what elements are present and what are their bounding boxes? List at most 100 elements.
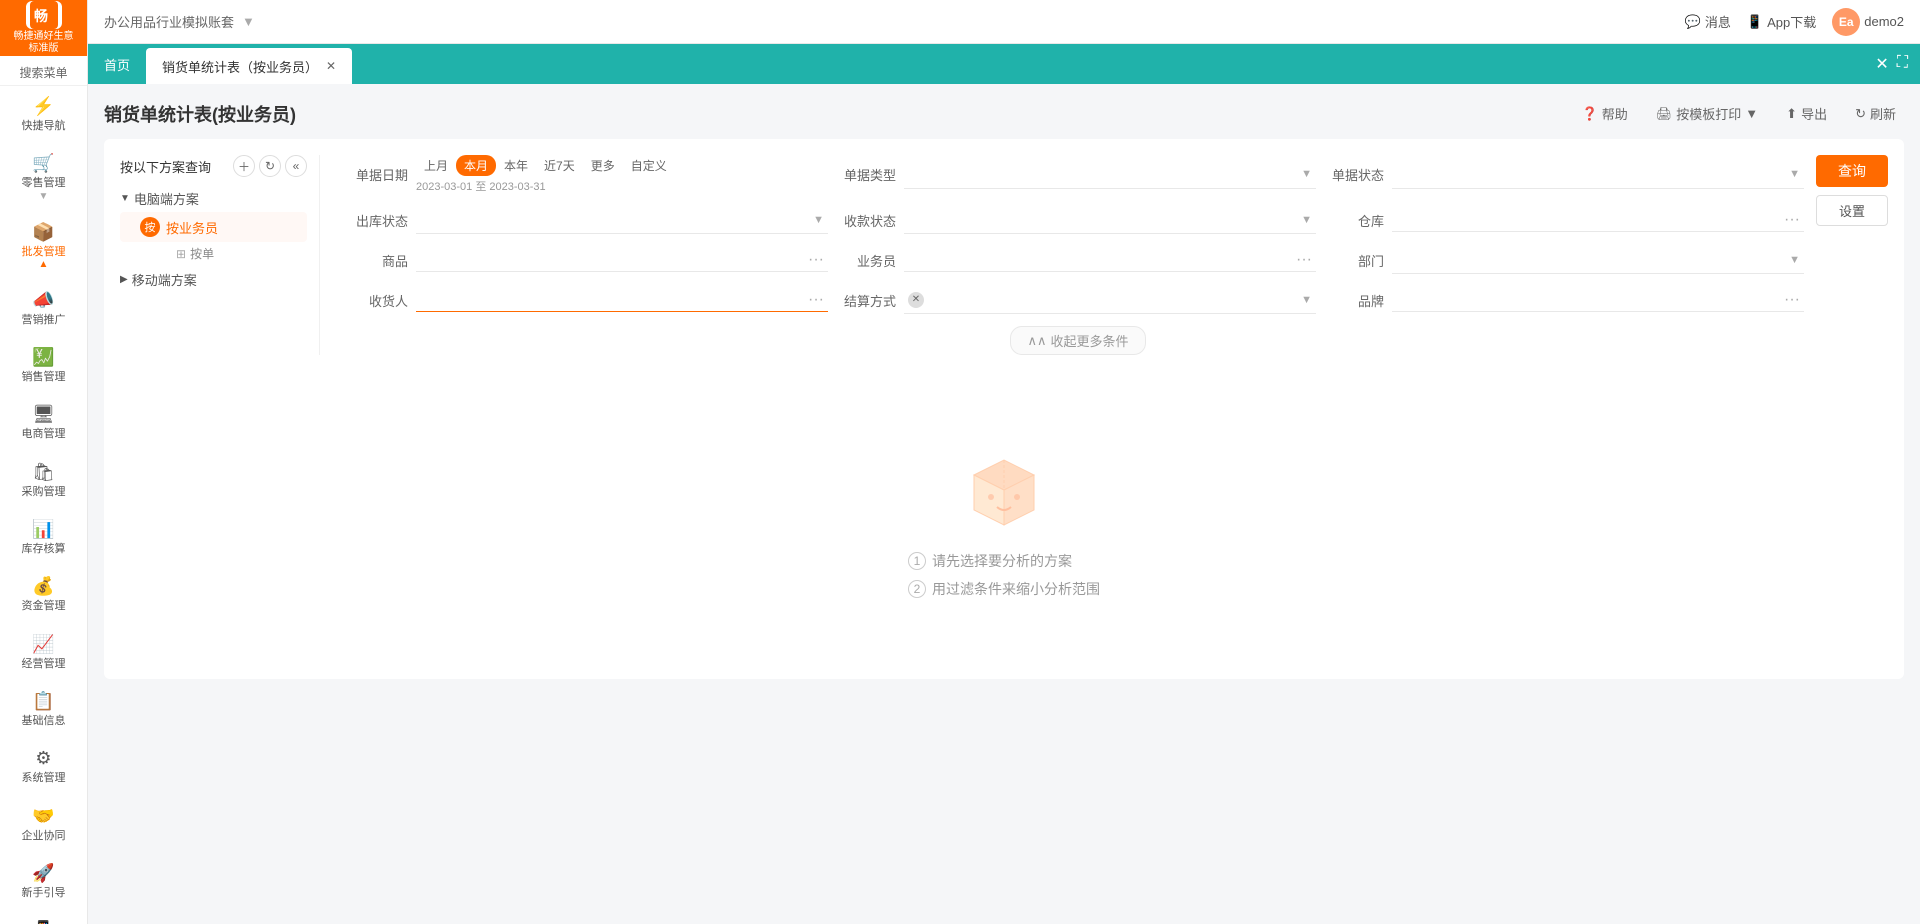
scheme-item-salesperson[interactable]: 按 按业务员 [120,212,307,242]
filter-field-department: 部门 ▼ [1328,246,1804,274]
sidebar-item-operations[interactable]: 📈 经营管理 [0,624,87,681]
filter-form: 单据日期 上月 本月 本年 近7天 更多 自定义 [336,155,1804,355]
search-menu-label[interactable]: 搜索菜单 [19,66,67,80]
out-status-select[interactable]: ▼ [416,206,828,234]
scheme-item-order[interactable]: ⊞ 按单 [148,242,307,262]
sidebar-item-system[interactable]: ⚙ 系统管理 [0,738,87,795]
refresh-btn[interactable]: ↻ 刷新 [1847,100,1904,127]
message-btn[interactable]: 💬 消息 [1685,12,1731,31]
scheme-group-desktop: ▼ 电脑端方案 按 按业务员 ⊞ 按单 [120,185,307,262]
warehouse-dots[interactable]: ··· [1784,211,1800,229]
warehouse-input[interactable] [1392,208,1804,232]
page-actions: ❓ 帮助 🖨 按模板打印 ▼ ⬆ 导出 ↻ 刷新 [1574,100,1904,127]
filter-sidebar: 按以下方案查询 ＋ ↻ « ▼ 电脑端方案 [120,155,320,355]
topbar-title: 办公用品行业模拟账套 [104,12,234,31]
empty-hints: 1 请先选择要分析的方案 2 用过滤条件来缩小分析范围 [908,551,1100,599]
scheme-group-mobile: ▶ 移动端方案 [120,266,307,293]
filter-field-date: 单据日期 上月 本月 本年 近7天 更多 自定义 [352,155,828,194]
add-scheme-btn[interactable]: ＋ [233,155,255,177]
consignee-input[interactable] [416,288,828,312]
query-btn[interactable]: 查询 [1816,155,1888,187]
sidebar-item-newbie[interactable]: 🚀 新手引导 [0,853,87,910]
sidebar-search-item[interactable]: 搜索菜单 [0,56,87,86]
hint-1-text: 请先选择要分析的方案 [932,551,1072,571]
scheme-list: ▼ 电脑端方案 按 按业务员 ⊞ 按单 [120,185,307,293]
goods-input[interactable] [416,248,828,272]
hint-1-num: 1 [908,552,926,570]
filter-sidebar-header: 按以下方案查询 ＋ ↻ « [120,155,307,177]
brand-dots[interactable]: ··· [1784,291,1800,309]
date-btn-last7[interactable]: 近7天 [536,155,583,176]
department-select[interactable]: ▼ [1392,246,1804,274]
scheme-group-mobile-header[interactable]: ▶ 移动端方案 [120,266,307,293]
collapse-sidebar-btn[interactable]: « [285,155,307,177]
operations-icon: 📈 [32,634,54,655]
sidebar-item-apps[interactable]: 📱 应用中心 [0,910,87,924]
settlement-input-wrap: ✕ ▼ [904,286,1316,314]
page-content: 销货单统计表(按业务员) ❓ 帮助 🖨 按模板打印 ▼ ⬆ 导出 ↻ 刷新 [88,84,1920,924]
date-btn-this-year[interactable]: 本年 [496,155,536,176]
help-icon: ❓ [1582,106,1598,122]
salesperson-input-wrap: ··· [904,248,1316,272]
topbar: 办公用品行业模拟账套 ▼ 💬 消息 📱 App下载 Ea demo2 [88,0,1920,44]
brand-input[interactable] [1392,288,1804,312]
empty-hint-2: 2 用过滤条件来缩小分析范围 [908,579,1100,599]
export-btn[interactable]: ⬆ 导出 [1778,100,1835,127]
tabbar-controls: ✕ ⛶ [1875,54,1908,74]
doc-status-label: 单据状态 [1328,165,1384,184]
sidebar-item-shortcuts[interactable]: ⚡ 快捷导航 [0,86,87,143]
refresh-scheme-btn[interactable]: ↻ [259,155,281,177]
app-download-btn[interactable]: 📱 App下载 [1747,12,1816,31]
user-menu[interactable]: Ea demo2 [1832,8,1904,36]
sidebar-item-basic[interactable]: 📋 基础信息 [0,681,87,738]
doc-status-select[interactable]: ▼ [1392,161,1804,189]
sidebar-item-sales[interactable]: 💹 销售管理 [0,337,87,394]
salesperson-dots[interactable]: ··· [1296,251,1312,269]
receipt-status-select[interactable]: ▼ [904,206,1316,234]
tab-sales-stat[interactable]: 销货单统计表（按业务员） ✕ [146,48,352,84]
collapse-btn[interactable]: ∧∧ 收起更多条件 [1010,326,1145,355]
settings-btn[interactable]: 设置 [1816,195,1888,226]
goods-dots[interactable]: ··· [808,251,824,269]
settlement-tag-close[interactable]: ✕ [908,292,924,308]
sidebar-item-finance[interactable]: 💰 资金管理 [0,566,87,623]
date-btn-custom[interactable]: 自定义 [623,155,675,176]
help-btn[interactable]: ❓ 帮助 [1574,100,1636,127]
consignee-dots[interactable]: ··· [808,291,824,309]
sidebar-item-inventory[interactable]: 📊 库存核算 [0,509,87,566]
tab-maximize-icon[interactable]: ⛶ [1897,54,1908,74]
print-btn[interactable]: 🖨 按模板打印 ▼ [1648,100,1766,127]
doc-type-select[interactable]: ▼ [904,161,1316,189]
marketing-icon: 📣 [32,290,54,311]
tab-home[interactable]: 首页 [88,44,146,84]
date-btn-more[interactable]: 更多 [583,155,623,176]
goods-input-wrap: ··· [416,248,828,272]
print-dropdown-icon[interactable]: ▼ [1745,106,1758,121]
sidebar-item-purchase[interactable]: 🛍 采购管理 [0,452,87,509]
salesperson-label: 业务员 [840,251,896,270]
sidebar-item-ecommerce[interactable]: 🖥 电商管理 [0,394,87,451]
desktop-group-arrow: ▼ [120,193,130,204]
doc-type-label: 单据类型 [840,165,896,184]
consignee-label: 收货人 [352,291,408,310]
filter-form-area: 单据日期 上月 本月 本年 近7天 更多 自定义 [320,155,1888,355]
sidebar-item-marketing[interactable]: 📣 营销推广 [0,280,87,337]
goods-label: 商品 [352,251,408,270]
salesperson-input[interactable] [904,248,1316,272]
topbar-dropdown-icon[interactable]: ▼ [242,14,255,29]
settlement-chevron[interactable]: ▼ [1301,294,1312,306]
sidebar-item-enterprise[interactable]: 🤝 企业协同 [0,796,87,853]
purchase-icon: 🛍 [32,462,55,483]
sidebar-item-wholesale[interactable]: 📦 批发管理 ▲ [0,212,87,280]
scheme-group-desktop-header[interactable]: ▼ 电脑端方案 [120,185,307,212]
sidebar-item-retail[interactable]: 🛒 零售管理 ▼ [0,143,87,211]
date-btn-last-month[interactable]: 上月 [416,155,456,176]
help-label: 帮助 [1602,104,1628,123]
tabbar: 首页 销货单统计表（按业务员） ✕ ✕ ⛶ [88,44,1920,84]
page-header: 销货单统计表(按业务员) ❓ 帮助 🖨 按模板打印 ▼ ⬆ 导出 ↻ 刷新 [104,100,1904,127]
app-download-label: App下载 [1767,12,1816,31]
tab-close-icon[interactable]: ✕ [326,59,336,73]
tab-close-all-icon[interactable]: ✕ [1875,54,1888,74]
date-btn-this-month[interactable]: 本月 [456,155,496,176]
filter-row-2: 出库状态 ▼ 收款状态 [352,206,1804,234]
